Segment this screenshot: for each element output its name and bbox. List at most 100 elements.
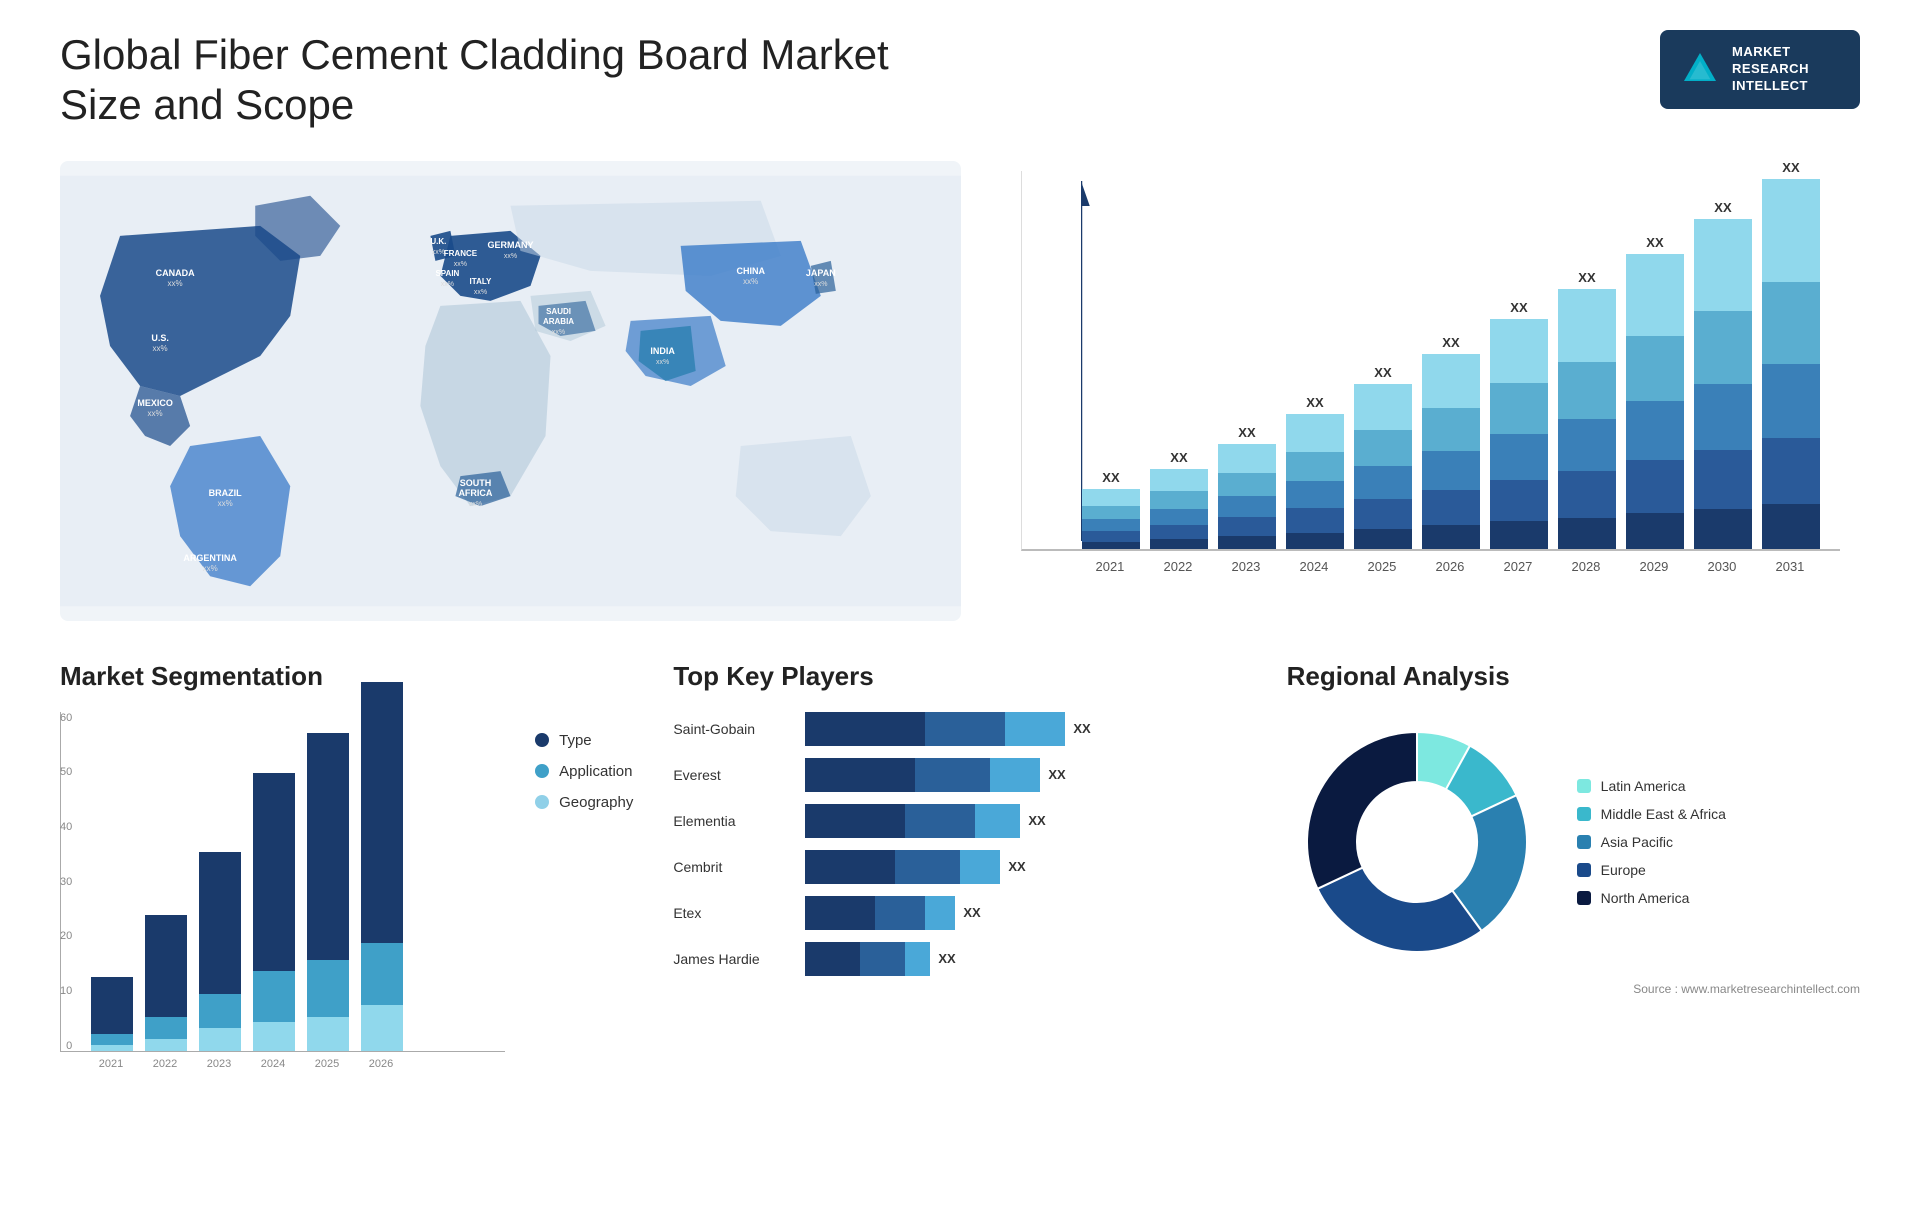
header: Global Fiber Cement Cladding Board Marke… <box>60 30 1860 131</box>
reg-legend-item: Latin America <box>1577 778 1726 794</box>
player-bar-seg2 <box>905 804 975 838</box>
seg-bar-chart: 0 10 20 30 40 50 60 20212022202320242025… <box>60 712 505 1092</box>
bar-group: XX <box>1354 365 1412 549</box>
donut-segment <box>1317 867 1481 951</box>
seg-legend-item: Application <box>535 763 633 780</box>
regional-panel: Regional Analysis Latin AmericaMiddle Ea… <box>1287 661 1860 1181</box>
player-bar-wrap: XX <box>805 850 1246 884</box>
bar-segment <box>1490 434 1548 480</box>
seg-x-label: 2023 <box>198 1058 240 1070</box>
seg-bar-segment <box>361 943 403 1005</box>
seg-x-label: 2021 <box>90 1058 132 1070</box>
bar-segment <box>1626 401 1684 460</box>
svg-text:xx%: xx% <box>656 359 669 366</box>
player-row: EtexXX <box>673 896 1246 930</box>
bar-segment <box>1218 536 1276 549</box>
player-row: James HardieXX <box>673 942 1246 976</box>
segmentation-title: Market Segmentation <box>60 661 633 692</box>
bar-segment <box>1082 542 1140 549</box>
player-bar-seg1 <box>805 804 905 838</box>
reg-legend-item: Europe <box>1577 862 1726 878</box>
bar-x-label: 2027 <box>1489 559 1547 574</box>
player-bar-wrap: XX <box>805 758 1246 792</box>
bar-segment <box>1762 364 1820 438</box>
bar-segment <box>1082 531 1140 542</box>
bar-segment <box>1218 496 1276 517</box>
svg-text:xx%: xx% <box>743 277 758 286</box>
seg-x-label: 2022 <box>144 1058 186 1070</box>
player-bar-value: XX <box>1008 859 1025 874</box>
seg-bar-group <box>145 915 187 1051</box>
bar-segment <box>1694 384 1752 450</box>
reg-legend-dot <box>1577 891 1591 905</box>
player-bar-value: XX <box>963 905 980 920</box>
bar-group: XX <box>1150 450 1208 549</box>
seg-bar-group <box>307 733 349 1050</box>
seg-y-axis: 0 10 20 30 40 50 60 <box>60 712 76 1052</box>
world-map-svg: CANADA xx% U.S. xx% MEXICO xx% BRAZIL xx… <box>60 161 961 621</box>
svg-text:xx%: xx% <box>153 344 168 353</box>
bar-group: XX <box>1082 470 1140 549</box>
bar-x-label: 2030 <box>1693 559 1751 574</box>
donut-area: Latin AmericaMiddle East & AfricaAsia Pa… <box>1287 712 1860 972</box>
player-name: Cembrit <box>673 859 793 875</box>
bar-group: XX <box>1286 395 1344 549</box>
bar-segment <box>1422 354 1480 409</box>
bar-segment <box>1218 444 1276 473</box>
bar-segment <box>1354 466 1412 499</box>
bar-group: XX <box>1490 300 1548 549</box>
player-bar-seg1 <box>805 942 860 976</box>
seg-bar-segment <box>307 1017 349 1051</box>
svg-text:xx%: xx% <box>441 281 454 288</box>
seg-bar-segment <box>199 1028 241 1051</box>
player-bar-seg2 <box>875 896 925 930</box>
svg-text:xx%: xx% <box>454 261 467 268</box>
legend-label: Geography <box>559 794 633 811</box>
bar-x-label: 2023 <box>1217 559 1275 574</box>
page-title: Global Fiber Cement Cladding Board Marke… <box>60 30 960 131</box>
seg-x-label: 2024 <box>252 1058 294 1070</box>
svg-text:ARGENTINA: ARGENTINA <box>183 553 237 563</box>
seg-bar-segment <box>361 1005 403 1050</box>
donut-chart-svg <box>1287 712 1547 972</box>
bar-segment <box>1354 384 1412 430</box>
svg-text:AFRICA: AFRICA <box>458 488 492 498</box>
player-bar-seg1 <box>805 896 875 930</box>
seg-bar-segment <box>91 1045 133 1051</box>
bar-segment <box>1286 481 1344 508</box>
bar-segment <box>1150 509 1208 525</box>
legend-label: Type <box>559 732 592 749</box>
seg-bar-group <box>199 852 241 1050</box>
regional-title: Regional Analysis <box>1287 661 1860 692</box>
player-bar-seg3 <box>925 896 955 930</box>
player-bar-wrap: XX <box>805 712 1246 746</box>
seg-bar-segment <box>145 915 187 1017</box>
bar-segment <box>1150 539 1208 549</box>
regional-legend: Latin AmericaMiddle East & AfricaAsia Pa… <box>1577 778 1726 906</box>
bar-segment <box>1354 529 1412 549</box>
bar-segment <box>1626 460 1684 513</box>
player-bar-seg2 <box>925 712 1005 746</box>
reg-legend-item: North America <box>1577 890 1726 906</box>
reg-legend-dot <box>1577 779 1591 793</box>
seg-bar-group <box>361 682 403 1050</box>
bar-segment <box>1082 506 1140 519</box>
seg-x-label: 2026 <box>360 1058 402 1070</box>
seg-legend-item: Type <box>535 732 633 749</box>
seg-bar-segment <box>307 960 349 1017</box>
bar-value: XX <box>1102 470 1119 485</box>
bar-x-label: 2024 <box>1285 559 1343 574</box>
legend-dot <box>535 795 549 809</box>
player-bar-wrap: XX <box>805 896 1246 930</box>
svg-text:ARABIA: ARABIA <box>543 317 574 326</box>
bar-segment <box>1490 480 1548 521</box>
bar-group: XX <box>1626 235 1684 549</box>
bar-group: XX <box>1558 270 1616 549</box>
bar-segment <box>1558 289 1616 362</box>
player-name: Elementia <box>673 813 793 829</box>
reg-legend-label: Latin America <box>1601 778 1686 794</box>
bar-segment <box>1558 362 1616 419</box>
bar-segment <box>1694 311 1752 384</box>
bar-segment <box>1286 533 1344 549</box>
svg-text:xx%: xx% <box>218 499 233 508</box>
